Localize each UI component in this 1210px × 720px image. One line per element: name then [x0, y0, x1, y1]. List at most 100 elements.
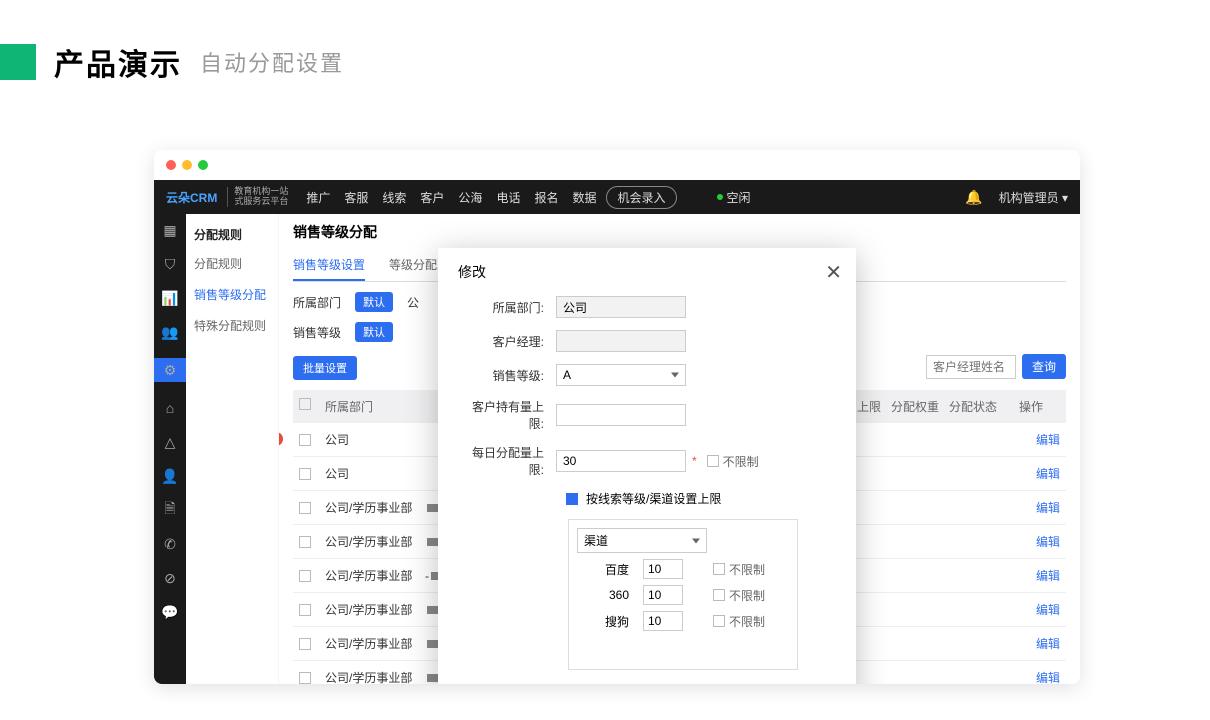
- channel-row: 360 不限制: [577, 585, 789, 605]
- stats-icon[interactable]: 📊: [162, 290, 178, 306]
- level-label: 销售等级:: [458, 367, 556, 384]
- topbar: 云朵CRM 教育机构一站 式服务云平台 推广 客服 线索 客户 公海 电话 报名…: [154, 180, 1080, 214]
- search-bar: 查询: [926, 354, 1066, 379]
- edit-link[interactable]: 编辑: [1020, 499, 1060, 516]
- users-icon[interactable]: 👥: [162, 324, 178, 340]
- dept-input: [556, 296, 686, 318]
- nav-service[interactable]: 客服: [344, 189, 368, 206]
- tag-icon[interactable]: ⊘: [162, 570, 178, 586]
- page-subtitle: 自动分配设置: [200, 46, 344, 78]
- row-checkbox[interactable]: [299, 672, 311, 684]
- by-channel-label: 按线索等级/渠道设置上限: [586, 490, 721, 507]
- mgr-input: [556, 330, 686, 352]
- nav-promote[interactable]: 推广: [306, 189, 330, 206]
- edit-link[interactable]: 编辑: [1020, 567, 1060, 584]
- row-checkbox[interactable]: [299, 638, 311, 650]
- level-select[interactable]: A: [556, 364, 686, 386]
- edit-link[interactable]: 编辑: [1020, 635, 1060, 652]
- row-checkbox[interactable]: [299, 570, 311, 582]
- left-panel-header: 分配规则: [194, 226, 270, 243]
- edit-link[interactable]: 编辑: [1020, 601, 1060, 618]
- tab-level-setting[interactable]: 销售等级设置: [293, 250, 365, 281]
- close-dot[interactable]: [166, 160, 176, 170]
- top-nav: 推广 客服 线索 客户 公海 电话 报名 数据: [306, 189, 596, 206]
- close-icon[interactable]: ✕: [825, 260, 842, 285]
- search-button[interactable]: 查询: [1022, 354, 1066, 379]
- nav-phone[interactable]: 电话: [496, 189, 520, 206]
- edit-modal: ✕ 修改 所属部门: 客户经理: 销售等级: A 客户持有量上限: 每日分配量上…: [438, 248, 856, 684]
- chat-icon[interactable]: 💬: [162, 604, 178, 620]
- dept-label: 所属部门:: [458, 299, 556, 316]
- sidebar-item-special-rule[interactable]: 特殊分配规则: [194, 317, 270, 334]
- batch-set-button[interactable]: 批量设置: [293, 356, 357, 380]
- filter-level-label: 销售等级: [293, 324, 341, 341]
- nav-signup[interactable]: 报名: [534, 189, 558, 206]
- daily-unlimited-checkbox[interactable]: [707, 455, 719, 467]
- edit-link[interactable]: 编辑: [1020, 669, 1060, 684]
- page-header: 产品演示 自动分配设置: [0, 0, 1210, 104]
- home-icon[interactable]: ⌂: [162, 400, 178, 416]
- warning-icon[interactable]: △: [162, 434, 178, 450]
- channel-row: 搜狗 不限制: [577, 611, 789, 631]
- row-checkbox[interactable]: [299, 604, 311, 616]
- app-window: 云朵CRM 教育机构一站 式服务云平台 推广 客服 线索 客户 公海 电话 报名…: [154, 150, 1080, 684]
- doc-icon[interactable]: 🗎: [162, 502, 178, 518]
- mgr-label: 客户经理:: [458, 333, 556, 350]
- by-channel-checkbox[interactable]: [566, 493, 578, 505]
- nav-data[interactable]: 数据: [572, 189, 596, 206]
- channel-baidu-unlimited[interactable]: [713, 563, 725, 575]
- notification-badge[interactable]: [279, 432, 283, 446]
- opportunity-entry-pill[interactable]: 机会录入: [606, 186, 676, 209]
- sidebar-item-sales-level[interactable]: 销售等级分配: [194, 286, 270, 303]
- phone-icon[interactable]: ✆: [162, 536, 178, 552]
- daily-unlimited-label: 不限制: [723, 453, 759, 470]
- topbar-right: 🔔 机构管理员 ▾: [965, 189, 1068, 206]
- shield-icon[interactable]: ⛉: [162, 256, 178, 272]
- channel-select[interactable]: 渠道: [577, 528, 707, 553]
- sidebar-item-allocation-rule[interactable]: 分配规则: [194, 255, 270, 272]
- row-checkbox[interactable]: [299, 468, 311, 480]
- channel-box: 渠道 百度 不限制 360 不限制 搜狗 不限制: [568, 519, 798, 670]
- bell-icon[interactable]: 🔔: [965, 189, 982, 206]
- channel-360-input[interactable]: [643, 585, 683, 605]
- row-checkbox[interactable]: [299, 536, 311, 548]
- nav-pool[interactable]: 公海: [458, 189, 482, 206]
- th-dept: 所属部门: [325, 398, 425, 415]
- edit-link[interactable]: 编辑: [1020, 431, 1060, 448]
- user-menu[interactable]: 机构管理员 ▾: [999, 189, 1068, 206]
- row-checkbox[interactable]: [299, 434, 311, 446]
- accent-block: [0, 44, 36, 80]
- filter-dept-chip[interactable]: 默认: [355, 292, 393, 312]
- th-op: 操作: [1002, 398, 1060, 415]
- settings-icon[interactable]: ⚙: [154, 358, 186, 382]
- edit-link[interactable]: 编辑: [1020, 465, 1060, 482]
- left-panel: 分配规则 分配规则 销售等级分配 特殊分配规则: [186, 214, 278, 684]
- filter-level-chip[interactable]: 默认: [355, 322, 393, 342]
- channel-baidu-input[interactable]: [643, 559, 683, 579]
- hold-input[interactable]: [556, 404, 686, 426]
- nav-customers[interactable]: 客户: [420, 189, 444, 206]
- channel-sogou-input[interactable]: [643, 611, 683, 631]
- row-checkbox[interactable]: [299, 502, 311, 514]
- status-indicator: 空闲: [717, 189, 751, 206]
- app-body: ▦ ⛉ 📊 👥 ⚙ ⌂ △ 👤 🗎 ✆ ⊘ 💬 分配规则 分配规则 销售等级分配…: [154, 214, 1080, 684]
- brand-logo: 云朵CRM: [166, 189, 217, 206]
- dashboard-icon[interactable]: ▦: [162, 222, 178, 238]
- page-title: 产品演示: [54, 40, 182, 84]
- maximize-dot[interactable]: [198, 160, 208, 170]
- main-title: 销售等级分配: [293, 222, 1066, 242]
- brand-tagline: 教育机构一站 式服务云平台: [227, 187, 288, 207]
- edit-link[interactable]: 编辑: [1020, 533, 1060, 550]
- minimize-dot[interactable]: [182, 160, 192, 170]
- search-input[interactable]: [926, 355, 1016, 379]
- channel-sogou-unlimited[interactable]: [713, 615, 725, 627]
- th-weight: 分配权重: [886, 398, 944, 415]
- browser-chrome: [154, 150, 1080, 180]
- person-icon[interactable]: 👤: [162, 468, 178, 484]
- hold-label: 客户持有量上限:: [458, 398, 556, 432]
- daily-label: 每日分配量上限:: [458, 444, 556, 478]
- nav-leads[interactable]: 线索: [382, 189, 406, 206]
- channel-360-unlimited[interactable]: [713, 589, 725, 601]
- select-all-checkbox[interactable]: [299, 398, 311, 410]
- daily-input[interactable]: [556, 450, 686, 472]
